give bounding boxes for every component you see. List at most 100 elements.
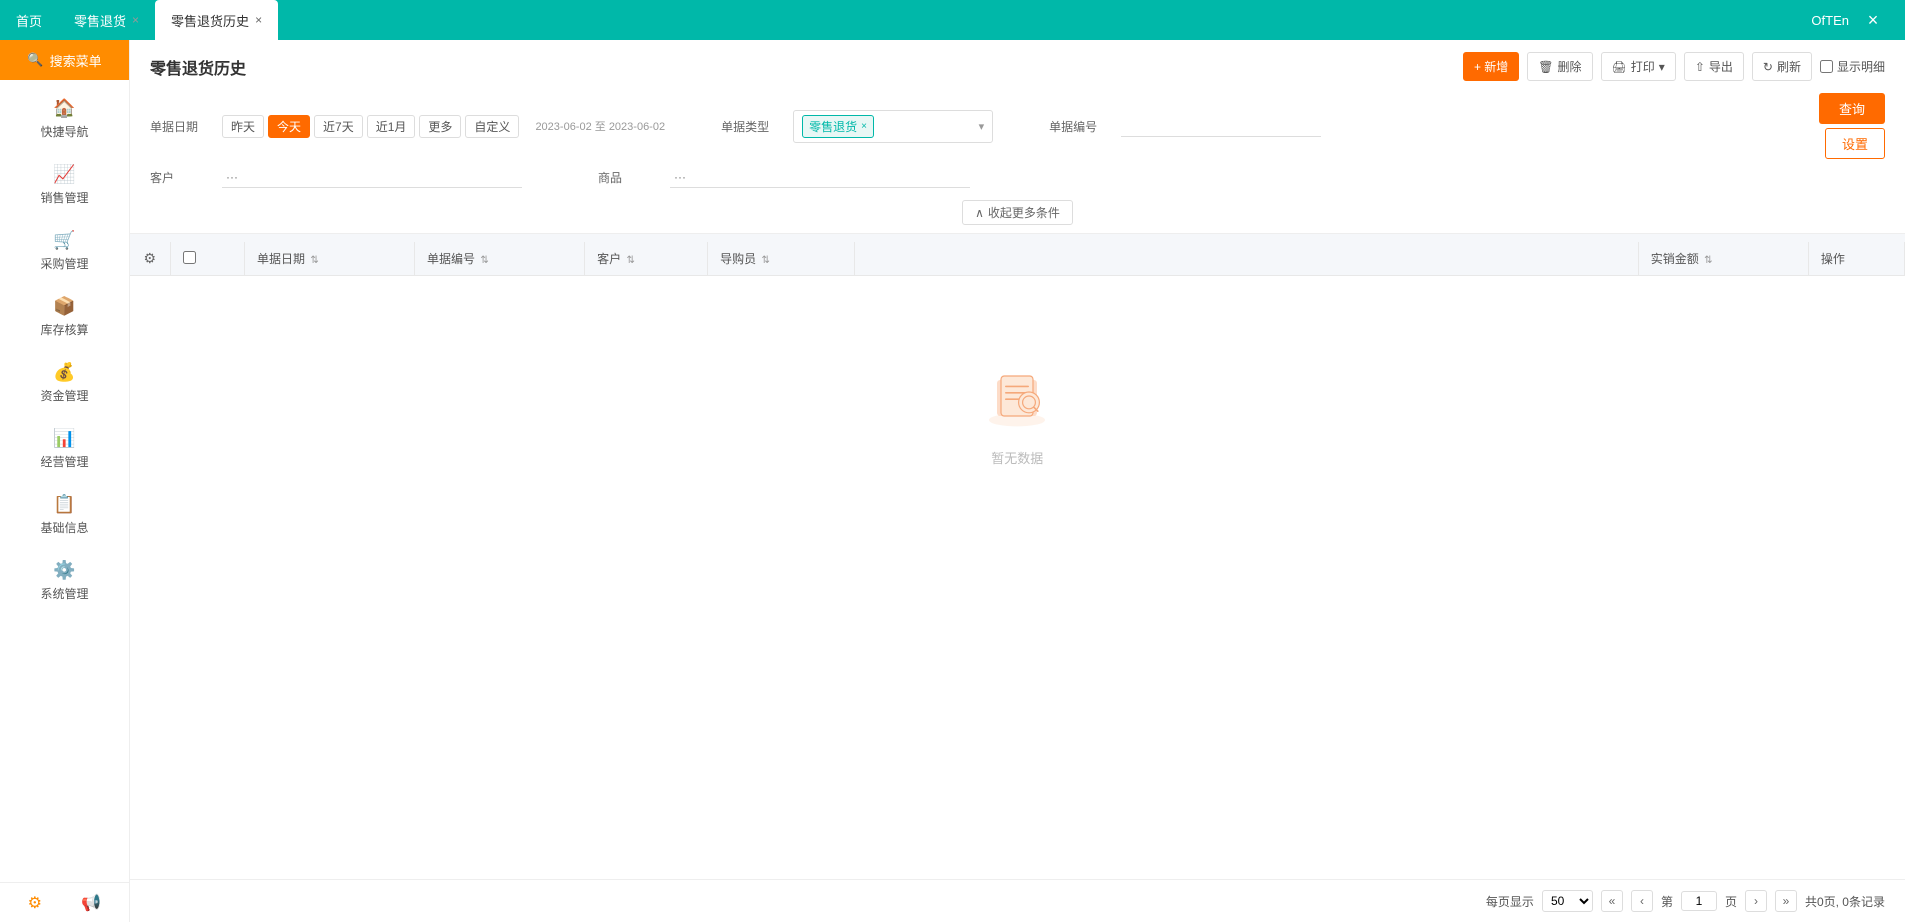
display-detail-checkbox[interactable] bbox=[1820, 60, 1833, 73]
tab-home[interactable]: 首页 bbox=[0, 0, 58, 40]
top-bar: 首页 零售退货 × 零售退货历史 × OfTEn × bbox=[0, 0, 1905, 40]
th-voucher-date-label: 单据日期 bbox=[257, 252, 305, 266]
filter-row-date: 单据日期 昨天 今天 近7天 近1月 更多 自定义 2023-06-02 至 2… bbox=[150, 93, 1885, 159]
sidebar-search[interactable]: 🔍 搜索菜单 bbox=[0, 40, 129, 80]
gear-btn[interactable]: ⚙ bbox=[28, 893, 42, 913]
tab-retail-return-close[interactable]: × bbox=[132, 13, 139, 27]
date-btn-custom[interactable]: 自定义 bbox=[465, 115, 519, 138]
sidebar-item-purchase-label: 采购管理 bbox=[40, 255, 88, 272]
th-gear[interactable]: ⚙ bbox=[130, 242, 170, 276]
display-detail-label: 显示明细 bbox=[1837, 58, 1885, 75]
sidebar-item-sales-label: 销售管理 bbox=[40, 189, 88, 206]
select-all-checkbox[interactable] bbox=[183, 251, 196, 264]
th-actual-amount[interactable]: 实销金额 ⇅ bbox=[1638, 242, 1808, 276]
voucher-date-label: 单据日期 bbox=[150, 118, 206, 135]
th-checkbox[interactable] bbox=[170, 242, 244, 276]
empty-state: 暂无数据 bbox=[130, 276, 1905, 547]
per-page-select[interactable]: 10 20 50 100 bbox=[1542, 890, 1593, 912]
print-dropdown-icon: ▾ bbox=[1659, 60, 1665, 74]
sidebar-item-system[interactable]: ⚙️ 系统管理 bbox=[0, 546, 129, 612]
sidebar-item-sales[interactable]: 📈 销售管理 bbox=[0, 150, 129, 216]
th-voucher-no[interactable]: 单据编号 ⇅ bbox=[415, 242, 585, 276]
customer-label: 客户 bbox=[150, 169, 206, 186]
sidebar-item-basic-info[interactable]: 📋 基础信息 bbox=[0, 480, 129, 546]
sidebar-item-inventory[interactable]: 📦 库存核算 bbox=[0, 282, 129, 348]
sidebar-item-purchase[interactable]: 🛒 采购管理 bbox=[0, 216, 129, 282]
voucher-type-label: 单据类型 bbox=[721, 118, 777, 135]
page-input[interactable] bbox=[1681, 891, 1717, 911]
th-guide-sort-icon: ⇅ bbox=[761, 255, 769, 266]
sidebar-item-quick-nav-label: 快捷导航 bbox=[40, 123, 88, 140]
th-customer[interactable]: 客户 ⇅ bbox=[585, 242, 708, 276]
tab-retail-return[interactable]: 零售退货 × bbox=[58, 0, 155, 40]
total-text: 共0页, 0条记录 bbox=[1805, 893, 1885, 910]
refresh-button[interactable]: ↻ 刷新 bbox=[1752, 52, 1812, 81]
search-icon: 🔍 bbox=[27, 52, 43, 68]
sidebar-item-basic-info-label: 基础信息 bbox=[40, 519, 88, 536]
goods-input[interactable] bbox=[670, 167, 970, 188]
content-area: 零售退货历史 + 新增 🗑 删除 🖨 打印 ▾ ⇧ 导出 bbox=[130, 40, 1905, 922]
sidebar-nav: 🏠 快捷导航 📈 销售管理 🛒 采购管理 📦 库存核算 💰 资金管理 📊 bbox=[0, 80, 129, 882]
voucher-no-input[interactable] bbox=[1121, 116, 1321, 137]
sidebar-item-finance[interactable]: 💰 资金管理 bbox=[0, 348, 129, 414]
collapse-icon: ∧ bbox=[975, 206, 984, 220]
customer-input[interactable] bbox=[222, 167, 522, 188]
prev-page-btn[interactable]: ‹ bbox=[1631, 890, 1653, 912]
last-page-btn[interactable]: » bbox=[1775, 890, 1797, 912]
sidebar-item-operations[interactable]: 📊 经营管理 bbox=[0, 414, 129, 480]
goods-label: 商品 bbox=[598, 169, 654, 186]
th-guide[interactable]: 导购员 ⇅ bbox=[708, 242, 855, 276]
home-icon: 🏠 bbox=[53, 98, 75, 119]
th-spacer bbox=[854, 242, 1638, 276]
query-setting-area: 查询 设置 bbox=[1819, 93, 1885, 159]
collapse-label: 收起更多条件 bbox=[988, 204, 1060, 221]
collapse-btn[interactable]: ∧ 收起更多条件 bbox=[962, 200, 1073, 225]
export-label: 导出 bbox=[1709, 58, 1733, 75]
print-button[interactable]: 🖨 打印 ▾ bbox=[1601, 52, 1676, 81]
system-icon: ⚙️ bbox=[53, 560, 75, 581]
tab-retail-return-history[interactable]: 零售退货历史 × bbox=[155, 0, 278, 40]
sidebar-bottom: ⚙ 📢 bbox=[0, 882, 129, 922]
date-btn-yesterday[interactable]: 昨天 bbox=[222, 115, 264, 138]
export-button[interactable]: ⇧ 导出 bbox=[1684, 52, 1744, 81]
inventory-icon: 📦 bbox=[53, 296, 75, 317]
print-label: 打印 bbox=[1631, 58, 1655, 75]
tab-home-label: 首页 bbox=[16, 11, 42, 30]
voucher-type-tag-close[interactable]: × bbox=[861, 121, 867, 132]
th-voucher-date-sort-icon: ⇅ bbox=[310, 255, 318, 266]
th-customer-sort-icon: ⇅ bbox=[626, 255, 634, 266]
display-detail-toggle[interactable]: 显示明细 bbox=[1820, 58, 1885, 75]
window-close-btn[interactable]: × bbox=[1857, 4, 1889, 36]
tab-retail-return-label: 零售退货 bbox=[74, 11, 126, 30]
next-page-btn[interactable]: › bbox=[1745, 890, 1767, 912]
date-btn-today[interactable]: 今天 bbox=[268, 115, 310, 138]
filter-date-btns: 昨天 今天 近7天 近1月 更多 自定义 bbox=[222, 115, 519, 138]
toolbar-btns: + 新增 🗑 删除 🖨 打印 ▾ ⇧ 导出 ↻ bbox=[1463, 52, 1885, 81]
filter-row-customer: 客户 商品 bbox=[150, 167, 1885, 188]
collapse-row: ∧ 收起更多条件 bbox=[150, 196, 1885, 233]
table-head: ⚙ 单据日期 ⇅ 单据编号 ⇅ bbox=[130, 242, 1905, 276]
sidebar-item-system-label: 系统管理 bbox=[40, 585, 88, 602]
delete-button[interactable]: 🗑 删除 bbox=[1527, 52, 1592, 81]
voucher-type-value: 零售退货 bbox=[809, 118, 857, 135]
th-voucher-no-sort-icon: ⇅ bbox=[480, 255, 488, 266]
sidebar-item-quick-nav[interactable]: 🏠 快捷导航 bbox=[0, 84, 129, 150]
column-settings-icon[interactable]: ⚙ bbox=[143, 250, 156, 266]
th-voucher-date[interactable]: 单据日期 ⇅ bbox=[244, 242, 414, 276]
first-page-btn[interactable]: « bbox=[1601, 890, 1623, 912]
voucher-type-tag: 零售退货 × bbox=[802, 115, 874, 138]
voucher-type-select[interactable]: 零售退货 × ▾ bbox=[793, 110, 993, 143]
tab-retail-return-history-close[interactable]: × bbox=[255, 13, 262, 27]
voucher-no-label: 单据编号 bbox=[1049, 118, 1105, 135]
th-actual-amount-sort-icon: ⇅ bbox=[1704, 255, 1712, 266]
print-icon: 🖨 bbox=[1612, 60, 1627, 74]
new-button[interactable]: + 新增 bbox=[1463, 52, 1519, 81]
query-button[interactable]: 查询 bbox=[1819, 93, 1885, 124]
date-btn-1month[interactable]: 近1月 bbox=[367, 115, 416, 138]
setting-button[interactable]: 设置 bbox=[1825, 128, 1885, 159]
sidebar-item-inventory-label: 库存核算 bbox=[40, 321, 88, 338]
date-btn-7days[interactable]: 近7天 bbox=[314, 115, 363, 138]
date-btn-more[interactable]: 更多 bbox=[419, 115, 461, 138]
speaker-btn[interactable]: 📢 bbox=[81, 893, 101, 913]
th-action: 操作 bbox=[1808, 242, 1904, 276]
